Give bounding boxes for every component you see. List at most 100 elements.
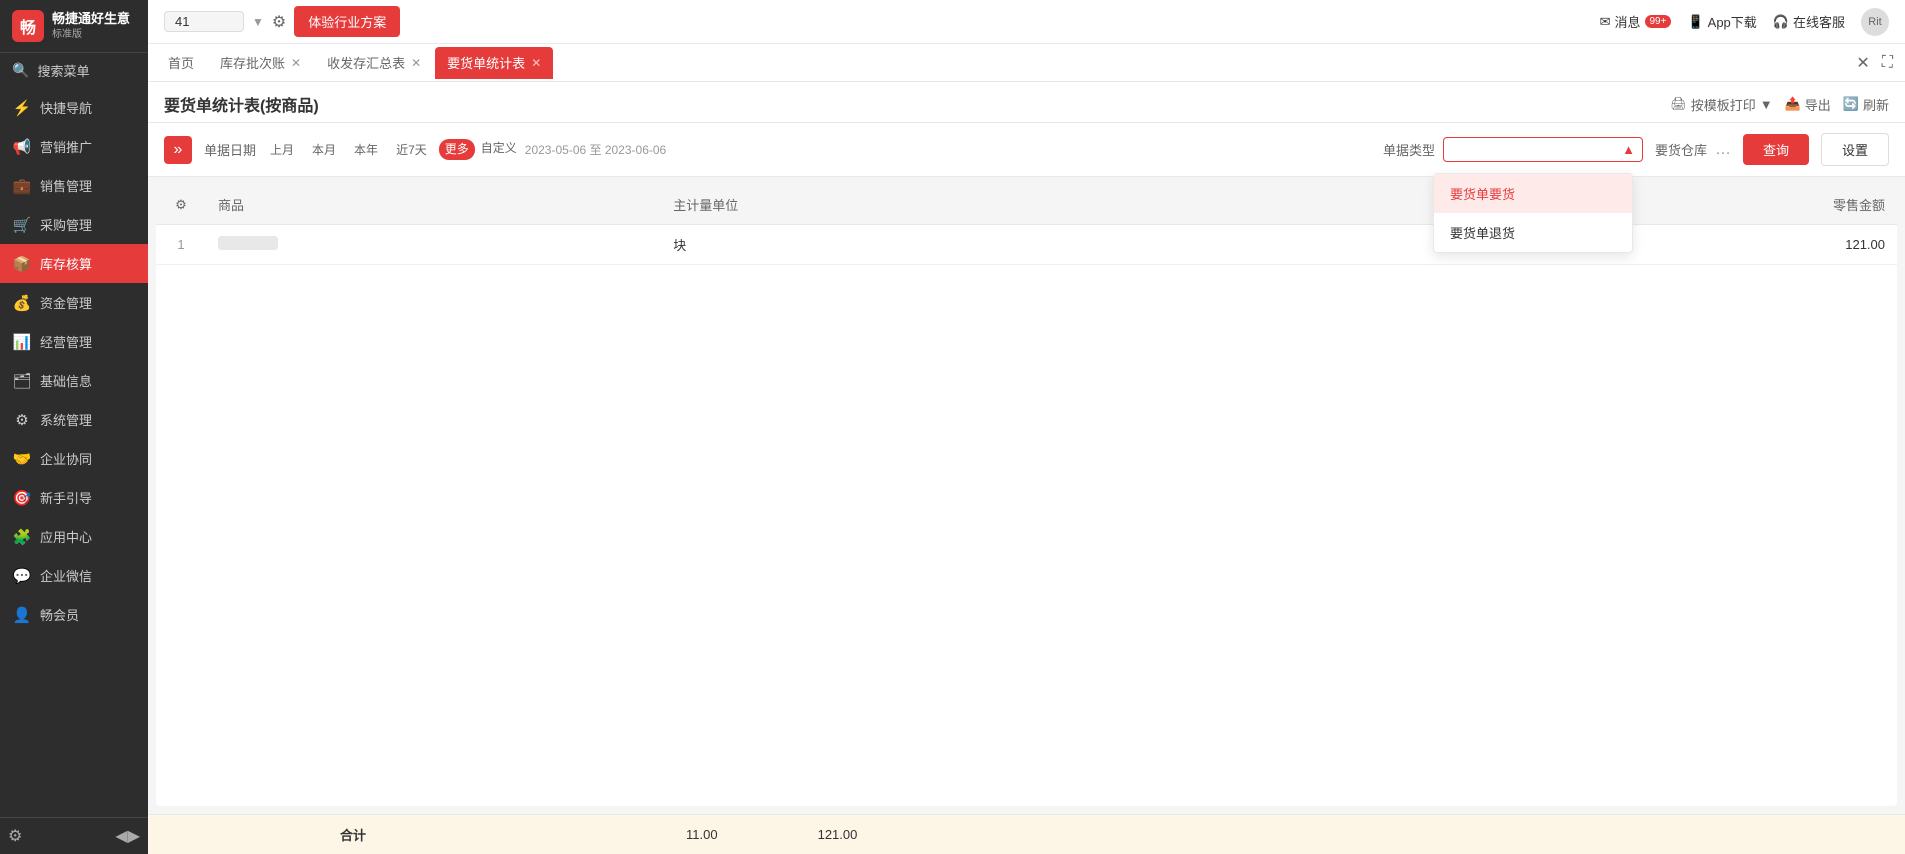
- tab-home[interactable]: 首页: [156, 47, 206, 79]
- sidebar-logo: 畅 畅捷通好生意 标准版: [0, 0, 148, 53]
- sidebar-item-label: 企业微信: [40, 566, 92, 585]
- page-actions: 🖨 按模板打印 ▼ 📤 导出 🔄 刷新: [1670, 95, 1889, 114]
- sidebar-item-enterprise[interactable]: 🤝 企业协同: [0, 439, 148, 478]
- sidebar-item-label: 快捷导航: [40, 98, 92, 117]
- service-icon: 🎧: [1773, 14, 1789, 30]
- sales-icon: 💼: [12, 177, 32, 195]
- sidebar-item-sales[interactable]: 💼 销售管理: [0, 166, 148, 205]
- settings-button[interactable]: 设置: [1821, 133, 1889, 166]
- topbar-left: 41 ▼ ⚙ 体验行业方案: [164, 6, 400, 37]
- warehouse-more-icon[interactable]: …: [1715, 141, 1731, 159]
- sidebar: 畅 畅捷通好生意 标准版 🔍 搜索菜单 ⚡ 快捷导航 📢 营销推广 💼 销售管理…: [0, 0, 148, 854]
- sidebar-settings-icon[interactable]: ⚙: [8, 826, 22, 846]
- sidebar-search[interactable]: 🔍 搜索菜单: [0, 53, 148, 88]
- tab-inventory-batch-close[interactable]: ✕: [291, 56, 301, 70]
- print-template-btn[interactable]: 🖨 按模板打印 ▼: [1670, 95, 1772, 114]
- mobile-icon: 📱: [1687, 14, 1703, 30]
- sidebar-item-label: 基础信息: [40, 371, 92, 390]
- quick-nav-icon: ⚡: [12, 99, 32, 117]
- filter-last-month[interactable]: 上月: [264, 139, 300, 160]
- finance-icon: 💰: [12, 294, 32, 312]
- sidebar-item-quick-nav[interactable]: ⚡ 快捷导航: [0, 88, 148, 127]
- filter-type-input[interactable]: [1443, 137, 1643, 162]
- filter-warehouse-label: 要货仓库: [1655, 140, 1707, 159]
- app-download-label: App下载: [1708, 12, 1757, 31]
- wechat-icon: 💬: [12, 567, 32, 585]
- system-icon: ⚙: [12, 411, 32, 429]
- basic-icon: 🗂: [12, 372, 32, 390]
- tab-request-summary-close[interactable]: ✕: [531, 56, 541, 70]
- filter-this-month[interactable]: 本月: [306, 139, 342, 160]
- export-btn[interactable]: 📤 导出: [1785, 95, 1831, 114]
- sidebar-item-operations[interactable]: 📊 经营管理: [0, 322, 148, 361]
- filter-more-badge[interactable]: 更多: [439, 139, 475, 160]
- guide-icon: 🎯: [12, 489, 32, 507]
- user-avatar[interactable]: Rit: [1861, 8, 1889, 36]
- sidebar-nav: ⚡ 快捷导航 📢 营销推广 💼 销售管理 🛒 采购管理 📦 库存核算 💰 资金管…: [0, 88, 148, 817]
- sidebar-item-appstore[interactable]: 🧩 应用中心: [0, 517, 148, 556]
- appstore-icon: 🧩: [12, 528, 32, 546]
- sidebar-item-system[interactable]: ⚙ 系统管理: [0, 400, 148, 439]
- row-unit: 块: [661, 225, 1143, 265]
- refresh-label: 刷新: [1863, 95, 1889, 114]
- filter-type-group: 单据类型 ▲ 要货单要货 要货单退货: [1383, 137, 1643, 162]
- col-product: 商品: [206, 185, 661, 225]
- sidebar-item-marketing[interactable]: 📢 营销推广: [0, 127, 148, 166]
- table-header-row: ⚙ 商品 主计量单位 主数量 零售金额: [156, 185, 1897, 225]
- trial-btn[interactable]: 体验行业方案: [294, 6, 400, 37]
- message-icon: ✉: [1600, 14, 1611, 30]
- tab-receive-summary-close[interactable]: ✕: [411, 56, 421, 70]
- messages-item[interactable]: ✉ 消息 99+: [1600, 12, 1672, 31]
- refresh-btn[interactable]: 🔄 刷新: [1843, 95, 1889, 114]
- filter-type-label: 单据类型: [1383, 140, 1435, 159]
- enterprise-icon: 🤝: [12, 450, 32, 468]
- filter-last-7days[interactable]: 近7天: [390, 139, 433, 160]
- app-download-item[interactable]: 📱 App下载: [1687, 12, 1756, 31]
- sidebar-item-label: 经营管理: [40, 332, 92, 351]
- tab-request-summary[interactable]: 要货单统计表 ✕: [435, 47, 553, 79]
- chevron-up-icon[interactable]: ▲: [1622, 142, 1635, 157]
- sidebar-search-label: 搜索菜单: [37, 61, 89, 80]
- topbar: 41 ▼ ⚙ 体验行业方案 ✉ 消息 99+ 📱 App下载 🎧 在线客服 Ri…: [148, 0, 1905, 44]
- tab-maximize[interactable]: ⛶: [1878, 50, 1897, 76]
- tab-bar: 首页 库存批次账 ✕ 收发存汇总表 ✕ 要货单统计表 ✕ ✕ ⛶: [148, 44, 1905, 82]
- table-row: 1 块 11.00 121.00: [156, 225, 1897, 265]
- brand-icon: 畅: [12, 10, 44, 42]
- topbar-dropdown-icon[interactable]: ▼: [252, 15, 264, 29]
- sidebar-collapse-button[interactable]: ◀▶: [115, 826, 140, 846]
- filter-expand-btn[interactable]: »: [164, 136, 192, 164]
- main-area: 41 ▼ ⚙ 体验行业方案 ✉ 消息 99+ 📱 App下载 🎧 在线客服 Ri…: [148, 0, 1905, 854]
- filter-custom[interactable]: 自定义: [481, 139, 517, 160]
- col-settings[interactable]: ⚙: [156, 185, 206, 225]
- sidebar-item-label: 新手引导: [40, 488, 92, 507]
- dropdown-item-return-goods[interactable]: 要货单退货: [1434, 213, 1632, 252]
- sidebar-item-finance[interactable]: 💰 资金管理: [0, 283, 148, 322]
- tab-inventory-batch[interactable]: 库存批次账 ✕: [208, 47, 313, 79]
- dropdown-item-request-goods[interactable]: 要货单要货: [1434, 174, 1632, 213]
- sidebar-item-guide[interactable]: 🎯 新手引导: [0, 478, 148, 517]
- member-icon: 👤: [12, 606, 32, 624]
- tab-close-all[interactable]: ✕: [1852, 49, 1873, 77]
- print-dropdown-icon[interactable]: ▼: [1760, 97, 1773, 112]
- sidebar-item-wechat[interactable]: 💬 企业微信: [0, 556, 148, 595]
- filter-type-wrapper: ▲: [1443, 137, 1643, 162]
- sidebar-item-purchase[interactable]: 🛒 采购管理: [0, 205, 148, 244]
- tab-receive-summary[interactable]: 收发存汇总表 ✕: [315, 47, 433, 79]
- filter-date-label: 单据日期: [204, 140, 256, 159]
- sidebar-item-basic[interactable]: 🗂 基础信息: [0, 361, 148, 400]
- online-service-item[interactable]: 🎧 在线客服: [1773, 12, 1845, 31]
- sidebar-bottom: ⚙ ◀▶: [0, 817, 148, 854]
- filter-this-year[interactable]: 本年: [348, 139, 384, 160]
- online-service-label: 在线客服: [1793, 12, 1845, 31]
- query-button[interactable]: 查询: [1743, 134, 1809, 165]
- operations-icon: 📊: [12, 333, 32, 351]
- marketing-icon: 📢: [12, 138, 32, 156]
- page-header: 要货单统计表(按商品) 🖨 按模板打印 ▼ 📤 导出 🔄 刷新: [148, 82, 1905, 123]
- tab-controls: ✕ ⛶: [1852, 49, 1897, 77]
- sidebar-item-member[interactable]: 👤 畅会员: [0, 595, 148, 634]
- topbar-settings-icon[interactable]: ⚙: [272, 12, 286, 32]
- print-icon: 🖨: [1670, 96, 1687, 112]
- type-dropdown-menu: 要货单要货 要货单退货: [1433, 173, 1633, 253]
- tab-request-summary-label: 要货单统计表: [447, 53, 525, 72]
- sidebar-item-inventory[interactable]: 📦 库存核算: [0, 244, 148, 283]
